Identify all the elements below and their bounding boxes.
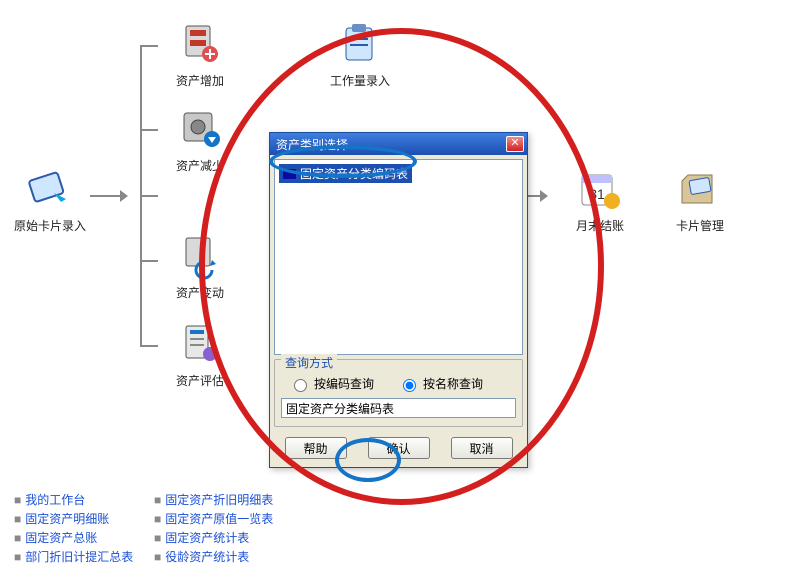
link-asset-stat[interactable]: ■固定资产统计表	[154, 529, 273, 546]
node-label: 资产减少	[160, 157, 240, 174]
node-card-mgmt[interactable]: 卡片管理	[660, 165, 740, 234]
link-dept-depreciation-summary[interactable]: ■部门折旧计提汇总表	[14, 548, 133, 565]
clipboard-icon	[336, 20, 384, 68]
category-list[interactable]: 固定资产分类编码表	[274, 159, 523, 355]
link-column-1: ■我的工作台 ■固定资产明细账 ■固定资产总账 ■部门折旧计提汇总表	[14, 489, 133, 567]
cancel-button[interactable]: 取消	[451, 437, 513, 459]
list-item-label: 固定资产分类编码表	[300, 165, 408, 182]
svg-text:31: 31	[589, 186, 605, 202]
radio-by-name-input[interactable]	[403, 379, 416, 392]
ok-button[interactable]: 确认	[368, 437, 430, 459]
asset-category-dialog: 资产类别选择 ✕ 固定资产分类编码表 查询方式 按编码查询 按名称查询	[269, 132, 528, 468]
link-asset-general-ledger[interactable]: ■固定资产总账	[14, 529, 133, 546]
radio-by-name[interactable]: 按名称查询	[398, 375, 483, 392]
node-label: 卡片管理	[660, 217, 740, 234]
node-label: 资产评估	[160, 372, 240, 389]
link-my-workbench[interactable]: ■我的工作台	[14, 491, 133, 508]
safe-reduce-icon	[176, 105, 224, 153]
node-label: 工作量录入	[320, 72, 400, 89]
dialog-title: 资产类别选择	[276, 136, 348, 153]
folder-icon	[283, 169, 296, 179]
dialog-titlebar[interactable]: 资产类别选择 ✕	[270, 133, 527, 155]
node-asset-change[interactable]: 资产变动	[160, 232, 240, 301]
appraise-icon	[176, 320, 224, 368]
node-label: 原始卡片录入	[10, 217, 90, 234]
calendar-close-icon: 31	[576, 165, 624, 213]
radio-by-code[interactable]: 按编码查询	[289, 375, 374, 392]
link-service-age-stat[interactable]: ■役龄资产统计表	[154, 548, 273, 565]
cabinet-add-icon	[176, 20, 224, 68]
close-icon[interactable]: ✕	[506, 136, 524, 152]
folder-card-icon	[676, 165, 724, 213]
group-title: 查询方式	[281, 354, 337, 371]
query-input[interactable]	[281, 398, 516, 418]
node-label: 资产增加	[160, 72, 240, 89]
link-depreciation-detail[interactable]: ■固定资产折旧明细表	[154, 491, 273, 508]
query-mode-group: 查询方式 按编码查询 按名称查询	[274, 359, 523, 427]
link-asset-detail-ledger[interactable]: ■固定资产明细账	[14, 510, 133, 527]
node-month-close[interactable]: 31 月末结账	[560, 165, 640, 234]
node-label: 资产变动	[160, 284, 240, 301]
dialog-button-row: 帮助 确认 取消	[270, 431, 527, 467]
radio-by-code-input[interactable]	[294, 379, 307, 392]
node-asset-add[interactable]: 资产增加	[160, 20, 240, 89]
node-origin-card-input[interactable]: 原始卡片录入	[10, 165, 90, 234]
link-original-value-list[interactable]: ■固定资产原值一览表	[154, 510, 273, 527]
node-asset-appraise[interactable]: 资产评估	[160, 320, 240, 389]
list-item-selected[interactable]: 固定资产分类编码表	[279, 164, 412, 183]
link-column-2: ■固定资产折旧明细表 ■固定资产原值一览表 ■固定资产统计表 ■役龄资产统计表	[154, 489, 273, 567]
node-label: 月末结账	[560, 217, 640, 234]
node-asset-reduce[interactable]: 资产减少	[160, 105, 240, 174]
card-icon	[26, 165, 74, 213]
help-button[interactable]: 帮助	[285, 437, 347, 459]
box-cycle-icon	[176, 232, 224, 280]
node-workload-input[interactable]: 工作量录入	[320, 20, 400, 89]
